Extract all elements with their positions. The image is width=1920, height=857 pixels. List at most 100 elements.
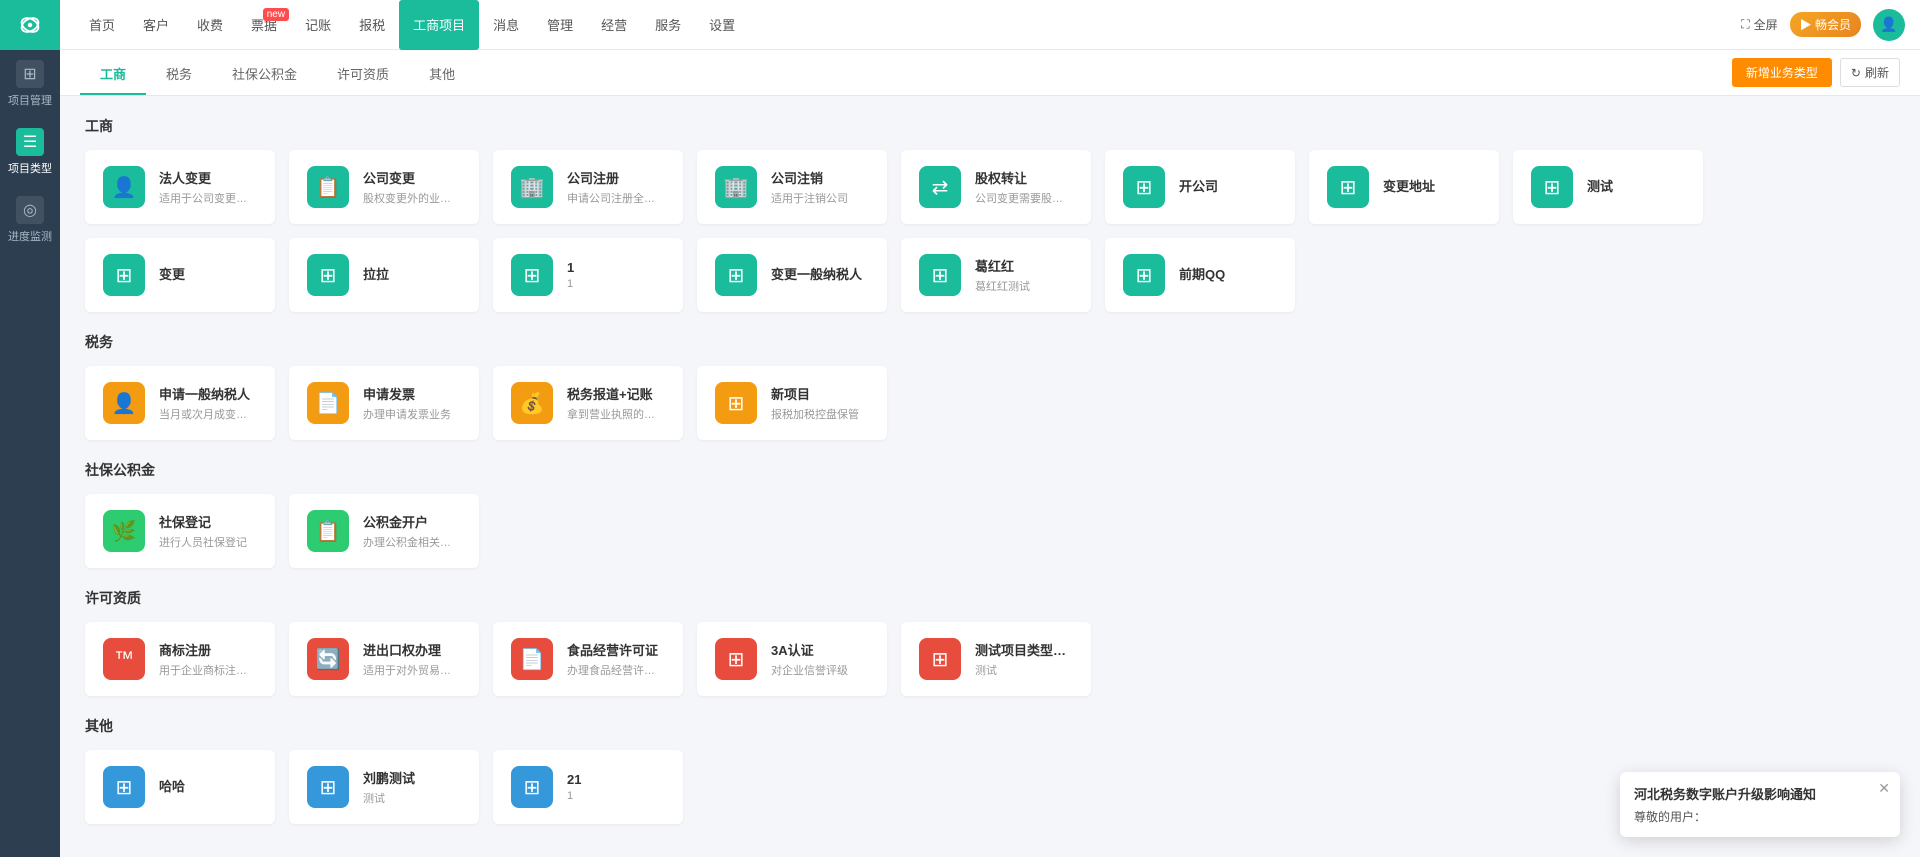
card-one[interactable]: ⊞ 1 1 (493, 238, 683, 312)
topnav: 首页 客户 收费 票据 new 记账 报税 工商项目 消息 管理 经营 服务 设… (60, 0, 1920, 50)
nav-tax[interactable]: 报税 (345, 0, 399, 50)
sidebar-item-project-type[interactable]: ☰ 项目类型 (0, 118, 60, 186)
card-pre-qq[interactable]: ⊞ 前期QQ (1105, 238, 1295, 312)
refresh-button[interactable]: ↻ 刷新 (1840, 58, 1900, 87)
card-icon: ⊞ (919, 254, 961, 296)
sidebar-item-label: 进度监测 (8, 228, 52, 244)
tab-other[interactable]: 其他 (409, 52, 475, 95)
card-apply-invoice[interactable]: 📄 申请发票 办理申请发票业务 (289, 366, 479, 440)
card-test[interactable]: ⊞ 测试 (1513, 150, 1703, 224)
license-cards: ™ 商标注册 用于企业商标注册服务 🔄 进出口权办理 适用于对外贸易经营者 📄 (85, 622, 1895, 696)
card-desc: 适用于注销公司 (771, 190, 869, 206)
tab-social[interactable]: 社保公积金 (212, 52, 317, 95)
card-company-register[interactable]: 🏢 公司注册 申请公司注册全流程 (493, 150, 683, 224)
nav-invoice[interactable]: 票据 new (237, 0, 291, 50)
nav-operation[interactable]: 经营 (587, 0, 641, 50)
card-name: 变更地址 (1383, 176, 1481, 195)
social-cards: 🌿 社保登记 进行人员社保登记 📋 公积金开户 办理公积金相关业务 (85, 494, 1895, 568)
nav-home[interactable]: 首页 (75, 0, 129, 50)
nav-billing[interactable]: 收费 (183, 0, 237, 50)
tab-license[interactable]: 许可资质 (317, 52, 409, 95)
tab-bar-actions: 新增业务类型 ↻ 刷新 (1732, 58, 1900, 95)
card-icon: 🏢 (511, 166, 553, 208)
tab-tax[interactable]: 税务 (146, 52, 212, 95)
nav-customer[interactable]: 客户 (129, 0, 183, 50)
section-title-business: 工商 (85, 116, 1895, 136)
vip-button[interactable]: ▶ 畅会员 (1790, 12, 1861, 37)
card-change[interactable]: ⊞ 变更 (85, 238, 275, 312)
nav-business[interactable]: 工商项目 (399, 0, 479, 50)
card-icon: 📄 (307, 382, 349, 424)
card-name: 新项目 (771, 384, 869, 403)
nav-accounting[interactable]: 记账 (291, 0, 345, 50)
card-equity-transfer[interactable]: ⇄ 股权转让 公司变更需要股权转让 (901, 150, 1091, 224)
card-desc: 办理公积金相关业务 (363, 534, 461, 550)
card-test-type[interactable]: ⊞ 测试项目类型目定义 测试 (901, 622, 1091, 696)
card-change-address[interactable]: ⊞ 变更地址 (1309, 150, 1499, 224)
card-desc: 用于企业商标注册服务 (159, 662, 257, 678)
card-name: 进出口权办理 (363, 640, 461, 659)
section-title-license: 许可资质 (85, 588, 1895, 608)
progress-monitor-icon: ◎ (16, 196, 44, 224)
card-icon: 📋 (307, 510, 349, 552)
card-twentyone[interactable]: ⊞ 21 1 (493, 750, 683, 824)
card-name: 变更 (159, 264, 257, 283)
card-apply-taxpayer[interactable]: 👤 申请一般纳税人 当月或次月成变更完成 (85, 366, 275, 440)
sidebar-item-project-manage[interactable]: ⊞ 项目管理 (0, 50, 60, 118)
card-name: 拉拉 (363, 264, 461, 283)
card-food-license[interactable]: 📄 食品经营许可证 办理食品经营许可证 (493, 622, 683, 696)
card-name: 税务报道+记账 (567, 384, 665, 403)
sidebar-item-label: 项目类型 (8, 160, 52, 176)
card-desc: 对企业信誉评级 (771, 662, 869, 678)
tab-bar: 工商 税务 社保公积金 许可资质 其他 新增业务类型 ↻ 刷新 (60, 50, 1920, 96)
card-company-change[interactable]: 📋 公司变更 股权变更外的业务变更 (289, 150, 479, 224)
sidebar-logo[interactable] (0, 0, 60, 50)
nav-manage[interactable]: 管理 (533, 0, 587, 50)
add-type-button[interactable]: 新增业务类型 (1732, 58, 1832, 87)
card-name: 法人变更 (159, 168, 257, 187)
card-desc: 1 (567, 278, 665, 290)
card-lala[interactable]: ⊞ 拉拉 (289, 238, 479, 312)
card-ge-hong-hong[interactable]: ⊞ 葛红红 葛红红测试 (901, 238, 1091, 312)
tab-business[interactable]: 工商 (80, 52, 146, 95)
card-change-taxpayer[interactable]: ⊞ 变更一般纳税人 (697, 238, 887, 312)
section-title-other: 其他 (85, 716, 1895, 736)
card-name: 公积金开户 (363, 512, 461, 531)
card-haha[interactable]: ⊞ 哈哈 (85, 750, 275, 824)
card-name: 食品经营许可证 (567, 640, 665, 659)
card-import-export[interactable]: 🔄 进出口权办理 适用于对外贸易经营者 (289, 622, 479, 696)
card-desc: 适用于公司变更法人 (159, 190, 257, 206)
user-avatar[interactable]: 👤 (1873, 9, 1905, 41)
fullscreen-btn[interactable]: ⛶ 全屏 (1741, 16, 1777, 33)
card-3a-cert[interactable]: ⊞ 3A认证 对企业信誉评级 (697, 622, 887, 696)
card-liupeng-test[interactable]: ⊞ 刘鹏测试 测试 (289, 750, 479, 824)
card-name: 社保登记 (159, 512, 257, 531)
card-name: 申请发票 (363, 384, 461, 403)
card-new-project[interactable]: ⊞ 新项目 报税加税控盘保管 (697, 366, 887, 440)
card-fund-open[interactable]: 📋 公积金开户 办理公积金相关业务 (289, 494, 479, 568)
card-icon: 📄 (511, 638, 553, 680)
card-desc: 测试 (975, 662, 1073, 678)
nav-message[interactable]: 消息 (479, 0, 533, 50)
card-desc: 1 (567, 790, 665, 802)
nav-service[interactable]: 服务 (641, 0, 695, 50)
sidebar-item-progress-monitor[interactable]: ◎ 进度监测 (0, 186, 60, 254)
notification-close-button[interactable]: ✕ (1878, 780, 1890, 797)
section-title-tax: 税务 (85, 332, 1895, 352)
card-legal-change[interactable]: 👤 法人变更 适用于公司变更法人 (85, 150, 275, 224)
card-tax-report[interactable]: 💰 税务报道+记账 拿到营业执照的新公司 (493, 366, 683, 440)
card-desc: 公司变更需要股权转让 (975, 190, 1073, 206)
nav-settings[interactable]: 设置 (695, 0, 749, 50)
card-desc: 葛红红测试 (975, 278, 1073, 294)
card-open-company[interactable]: ⊞ 开公司 (1105, 150, 1295, 224)
card-desc: 适用于对外贸易经营者 (363, 662, 461, 678)
card-trademark[interactable]: ™ 商标注册 用于企业商标注册服务 (85, 622, 275, 696)
card-icon: ⊞ (715, 638, 757, 680)
business-cards: 👤 法人变更 适用于公司变更法人 📋 公司变更 股权变更外的业务变更 🏢 (85, 150, 1895, 312)
notification-popup: ✕ 河北税务数字账户升级影响通知 尊敬的用户： (1620, 772, 1900, 837)
card-name: 葛红红 (975, 256, 1073, 275)
card-social-register[interactable]: 🌿 社保登记 进行人员社保登记 (85, 494, 275, 568)
card-icon: ⊞ (103, 766, 145, 808)
card-company-cancel[interactable]: 🏢 公司注销 适用于注销公司 (697, 150, 887, 224)
card-desc: 申请公司注册全流程 (567, 190, 665, 206)
